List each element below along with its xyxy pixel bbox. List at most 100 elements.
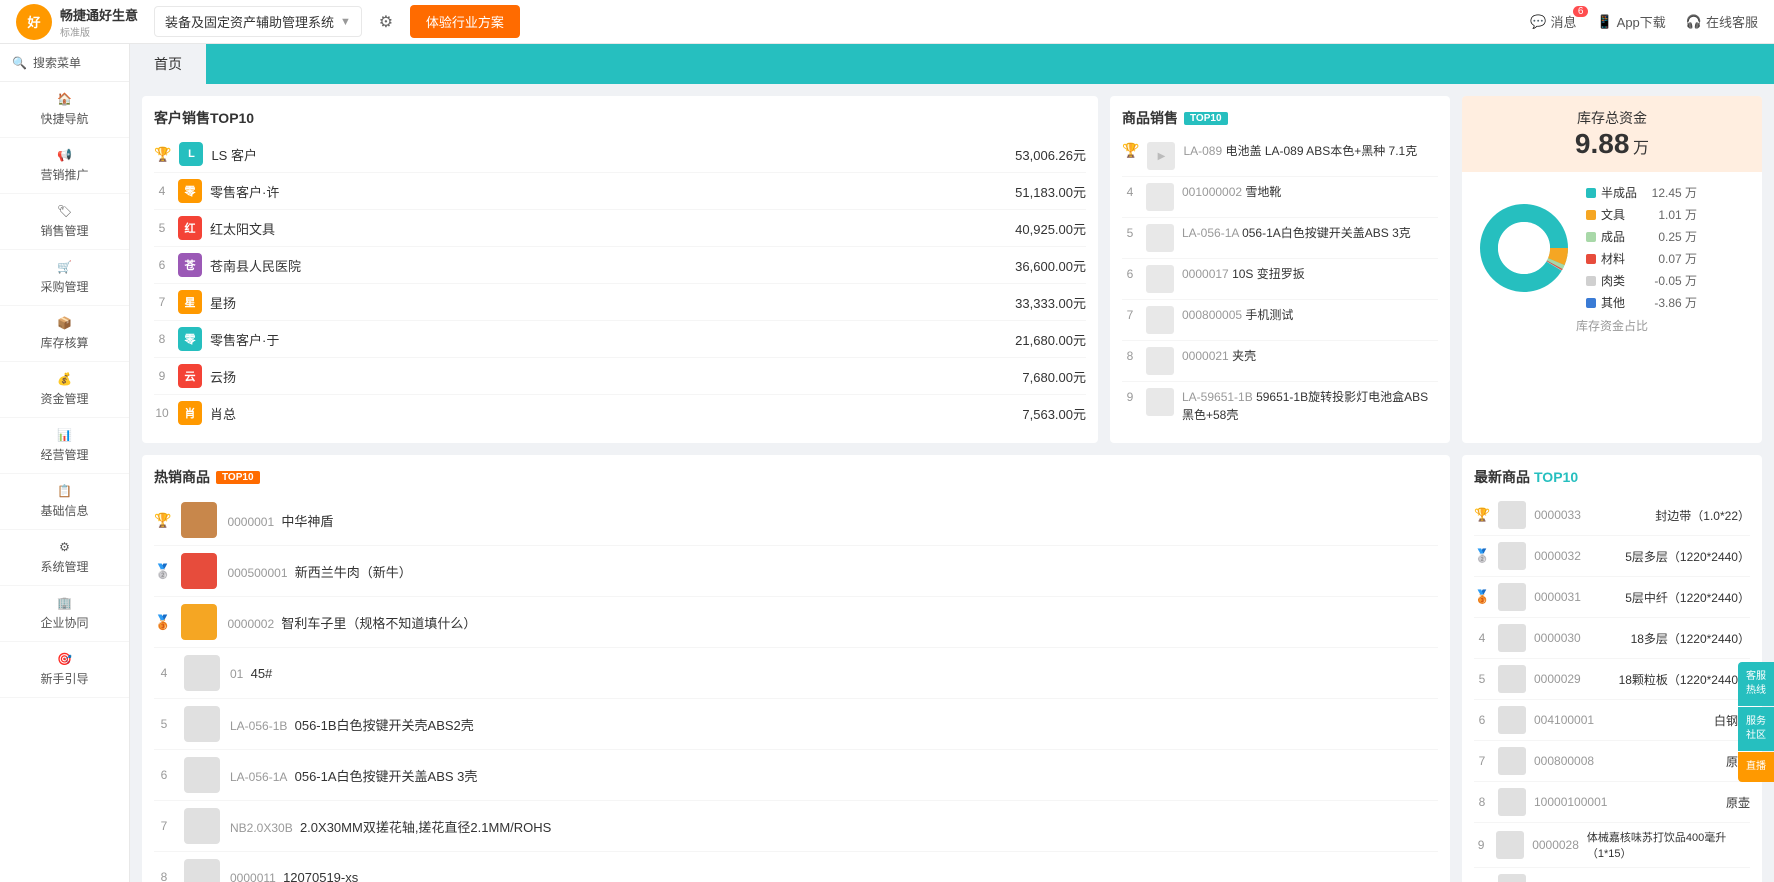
product-name: 手机测试 xyxy=(1245,308,1293,322)
list-item: 5 LA-056-1A 056-1A白色按键开关盖ABS 3克 xyxy=(1122,218,1438,259)
float-btn-community[interactable]: 服务社区 xyxy=(1738,707,1774,751)
list-item: 🥈 0000032 5层多层（1220*2440） xyxy=(1474,536,1750,577)
marketing-icon: 📢 xyxy=(57,148,72,162)
search-menu[interactable]: 🔍 搜索菜单 xyxy=(0,44,129,82)
settings-icon[interactable]: ⚙ xyxy=(370,6,402,38)
sidebar-item-operation[interactable]: 📊 经营管理 xyxy=(0,418,129,474)
avatar: 苍 xyxy=(178,253,202,277)
product-thumbnail xyxy=(181,553,217,589)
legend-value: -3.86 万 xyxy=(1642,294,1697,311)
customer-name: 零售客户·许 xyxy=(210,182,1007,201)
sidebar-item-marketing[interactable]: 📢 营销推广 xyxy=(0,138,129,194)
list-item: 7 000800008 原壶 xyxy=(1474,741,1750,782)
customer-name: 肖总 xyxy=(210,404,1014,423)
top-products-card: 商品销售 TOP10 🏆 ▶ LA-089 电池盖 LA-089 ABS本色+黑… xyxy=(1110,96,1450,443)
donut-chart xyxy=(1474,198,1574,298)
online-service-button[interactable]: 🎧 在线客服 xyxy=(1686,12,1758,31)
float-btn-service[interactable]: 客服热线 xyxy=(1738,662,1774,706)
tab-home[interactable]: 首页 xyxy=(130,44,206,84)
product-info: LA-056-1A 056-1A白色按键开关盖ABS 3克 xyxy=(1182,224,1438,242)
avatar: 云 xyxy=(178,364,202,388)
finance-icon: 💰 xyxy=(57,372,72,386)
sidebar-item-basic[interactable]: 📋 基础信息 xyxy=(0,474,129,530)
float-btn-live[interactable]: 直播 xyxy=(1738,752,1774,782)
hot-badge: TOP10 xyxy=(216,471,260,484)
sidebar-item-purchase[interactable]: 🛒 采购管理 xyxy=(0,250,129,306)
avatar: 零 xyxy=(178,179,202,203)
hot-products-title: 热销商品 TOP10 xyxy=(154,467,1438,487)
product-img xyxy=(1498,542,1526,570)
table-row: 7 星 星扬 33,333.00元 xyxy=(154,284,1086,321)
legend-label: 成品 xyxy=(1601,228,1637,245)
hot-products-list: 🏆 0000001 中华神盾 🥈 0005 xyxy=(154,495,1438,882)
message-button[interactable]: 💬 消息 6 xyxy=(1530,12,1576,31)
rank-number: 6 xyxy=(154,768,174,782)
list-item: 🏆 0000033 封边带（1.0*22） xyxy=(1474,495,1750,536)
product-code: 0000021 xyxy=(1182,349,1229,363)
collab-icon: 🏢 xyxy=(57,596,72,610)
rank-number: 4 xyxy=(154,184,170,198)
customer-amount: 40,925.00元 xyxy=(1015,219,1086,238)
rank-number: 10 xyxy=(154,406,170,420)
product-thumbnail xyxy=(184,757,220,793)
sidebar-item-sales[interactable]: 🏷 销售管理 xyxy=(0,194,129,250)
rank-number: 6 xyxy=(154,258,170,272)
message-label: 消息 xyxy=(1550,12,1576,31)
list-item: 6 0000017 10S 变扭罗扳 xyxy=(1122,259,1438,300)
sidebar: 🔍 搜索菜单 🏠 快捷导航 📢 营销推广 🏷 销售管理 🛒 采购管理 📦 库存核… xyxy=(0,44,130,882)
customer-name: 云扬 xyxy=(210,367,1014,386)
float-buttons: 客服热线 服务社区 直播 xyxy=(1738,662,1774,782)
top-products-title: 商品销售 TOP10 xyxy=(1122,108,1438,128)
legend-dot xyxy=(1586,254,1596,264)
legend-dot xyxy=(1586,276,1596,286)
top-badge: TOP10 xyxy=(1184,112,1228,125)
rank-number: 8 xyxy=(1122,347,1138,363)
customer-amount: 53,006.26元 xyxy=(1015,145,1086,164)
product-name: 雪地靴 xyxy=(1245,185,1281,199)
list-item: 4 01 45# xyxy=(154,648,1438,699)
system-selector[interactable]: 装备及固定资产辅助管理系统 ▼ xyxy=(154,6,362,37)
logo-title: 畅捷通好生意 xyxy=(60,5,138,24)
inventory-card: 库存总资金 9.88 万 xyxy=(1462,96,1762,443)
product-img xyxy=(1498,501,1526,529)
list-item: 7 000800005 手机测试 xyxy=(1122,300,1438,341)
product-info: NB2.0X30B 2.0X30MM双搓花轴,搓花直径2.1MM/ROHS xyxy=(230,817,1438,836)
product-info: LA-59651-1B 59651-1B旋转投影灯电池盒ABS黑色+58壳 xyxy=(1182,388,1438,424)
sidebar-item-home[interactable]: 🏠 快捷导航 xyxy=(0,82,129,138)
legend: 半成品 12.45 万 文具 1.01 万 xyxy=(1586,184,1697,311)
sidebar-item-collab[interactable]: 🏢 企业协同 xyxy=(0,586,129,642)
product-name: 电池盖 LA-089 ABS本色+黑种 7.1克 xyxy=(1225,144,1417,158)
trophy-icon: 🥉 xyxy=(1474,589,1490,605)
sidebar-item-finance[interactable]: 💰 资金管理 xyxy=(0,362,129,418)
product-info: 0000021 夹壳 xyxy=(1182,347,1438,365)
newest-title: 最新商品 TOP10 xyxy=(1474,467,1750,487)
list-item: 🏆 ▶ LA-089 电池盖 LA-089 ABS本色+黑种 7.1克 xyxy=(1122,136,1438,177)
scroll-content: 客户销售TOP10 🏆 L LS 客户 53,006.26元 4 零 xyxy=(130,84,1774,882)
product-img xyxy=(1146,306,1174,334)
rank-number: 8 xyxy=(154,870,174,882)
sidebar-item-guide[interactable]: 🎯 新手引导 xyxy=(0,642,129,698)
inventory-label: 库存资金占比 xyxy=(1474,317,1750,334)
logo-icon: 好 xyxy=(16,4,52,40)
list-item: 4 0000030 18多层（1220*2440） xyxy=(1474,618,1750,659)
table-row: 9 云 云扬 7,680.00元 xyxy=(154,358,1086,395)
rank-number: 5 xyxy=(1474,672,1490,686)
sidebar-item-inventory[interactable]: 📦 库存核算 xyxy=(0,306,129,362)
app-download-button[interactable]: 📱 App下载 xyxy=(1596,12,1665,31)
newest-products-list: 🏆 0000033 封边带（1.0*22） 🥈 0000032 5层多层（122… xyxy=(1474,495,1750,882)
trial-button[interactable]: 体验行业方案 xyxy=(410,5,520,38)
customer-amount: 21,680.00元 xyxy=(1015,330,1086,349)
legend-value: -0.05 万 xyxy=(1642,272,1697,289)
phone-icon: 📱 xyxy=(1596,14,1612,30)
chevron-down-icon: ▼ xyxy=(340,16,351,28)
product-code: 0000017 xyxy=(1182,267,1229,281)
list-item: 🥉 0000002 智利车子里（规格不知道填什么） xyxy=(154,597,1438,648)
table-row: 🏆 L LS 客户 53,006.26元 xyxy=(154,136,1086,173)
sidebar-item-system[interactable]: ⚙ 系统管理 xyxy=(0,530,129,586)
product-img xyxy=(1498,747,1526,775)
inventory-chart-area: 半成品 12.45 万 文具 1.01 万 xyxy=(1462,172,1762,346)
avatar: 肖 xyxy=(178,401,202,425)
product-thumbnail xyxy=(184,655,220,691)
product-info: 0000017 10S 变扭罗扳 xyxy=(1182,265,1438,283)
sales-icon: 🏷 xyxy=(57,204,72,218)
